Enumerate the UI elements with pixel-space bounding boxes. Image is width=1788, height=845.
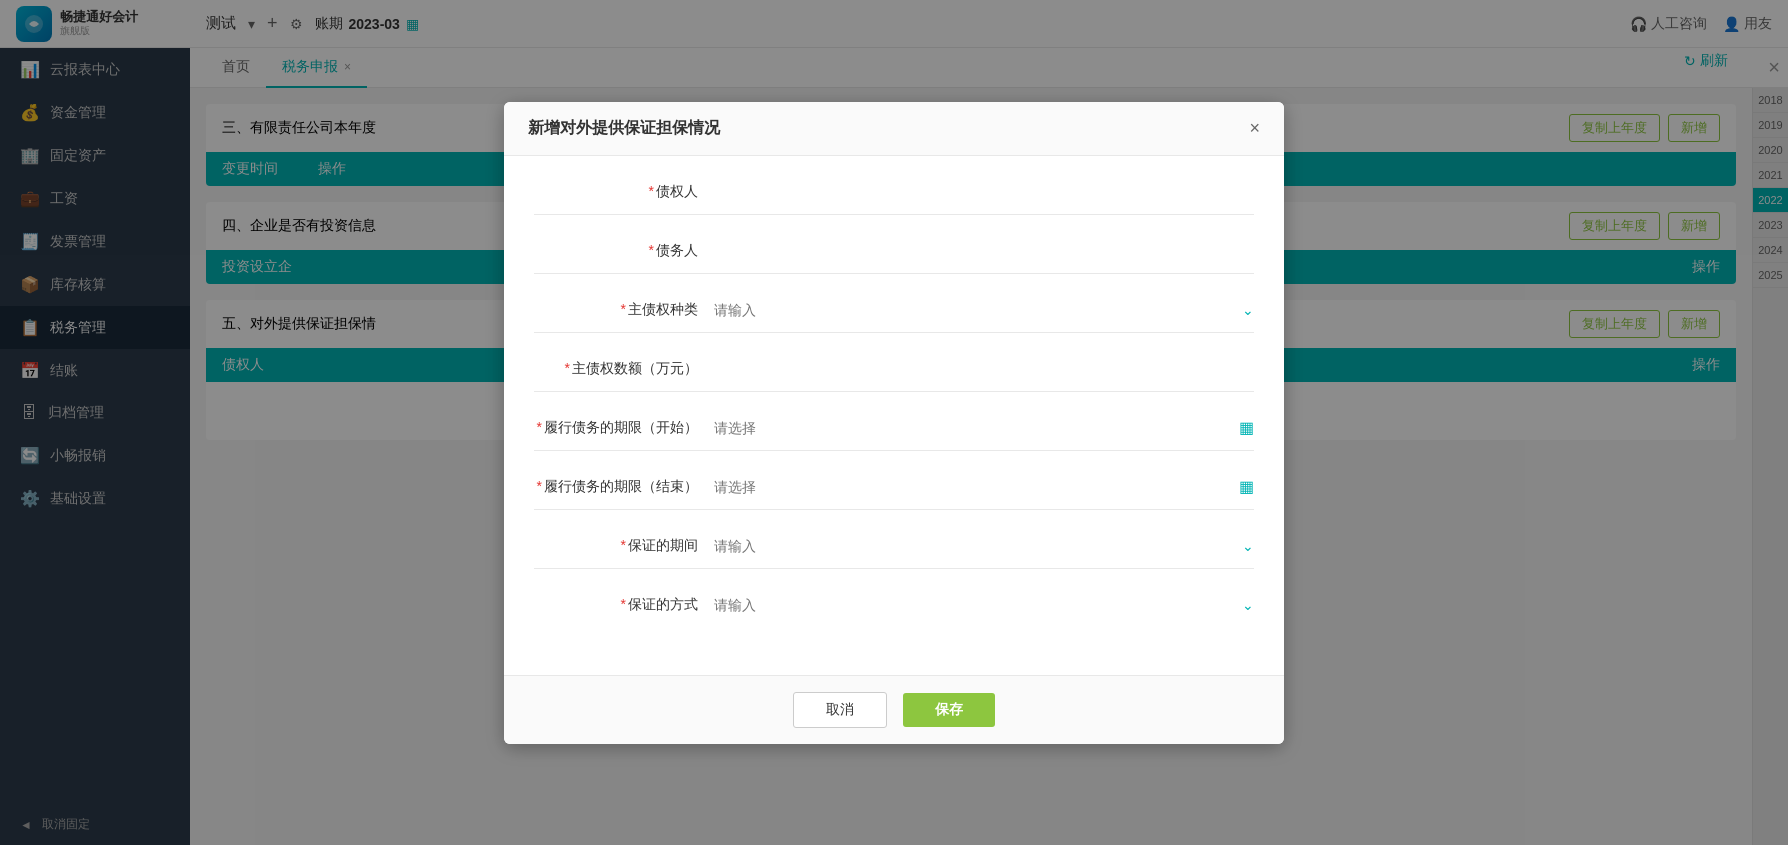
period-end-calendar-icon[interactable]: ▦ [1239, 477, 1254, 496]
modal-overlay: 新增对外提供保证担保情况 × *债权人 *债务人 *主债权种类 [0, 0, 1788, 845]
save-button[interactable]: 保存 [903, 693, 995, 727]
debt-type-chevron-icon[interactable]: ⌄ [1242, 302, 1254, 318]
modal-close-button[interactable]: × [1249, 118, 1260, 139]
required-star-6: * [537, 478, 542, 494]
guarantee-method-wrapper: ⌄ [714, 593, 1254, 617]
guarantee-method-chevron-icon[interactable]: ⌄ [1242, 597, 1254, 613]
required-star-3: * [621, 301, 626, 317]
modal-footer: 取消 保存 [504, 675, 1284, 744]
cancel-button[interactable]: 取消 [793, 692, 887, 728]
field-debtor-row: *债务人 [534, 239, 1254, 274]
modal-header: 新增对外提供保证担保情况 × [504, 102, 1284, 156]
field-debt-amount-row: *主债权数额（万元） [534, 357, 1254, 392]
required-star: * [649, 183, 654, 199]
required-star-2: * [649, 242, 654, 258]
field-period-start-label: *履行债务的期限（开始） [534, 419, 714, 437]
guarantee-period-input[interactable] [714, 534, 1242, 558]
modal-body: *债权人 *债务人 *主债权种类 ⌄ [504, 156, 1284, 675]
period-end-input[interactable] [714, 475, 1239, 499]
field-debt-type-row: *主债权种类 ⌄ [534, 298, 1254, 333]
field-debt-type-label: *主债权种类 [534, 301, 714, 319]
guarantee-period-chevron-icon[interactable]: ⌄ [1242, 538, 1254, 554]
guarantee-method-input[interactable] [714, 593, 1242, 617]
field-creditor-label: *债权人 [534, 183, 714, 201]
required-star-4: * [565, 360, 570, 376]
debt-type-wrapper: ⌄ [714, 298, 1254, 322]
required-star-5: * [537, 419, 542, 435]
modal-title: 新增对外提供保证担保情况 [528, 118, 720, 139]
field-period-end-row: *履行债务的期限（结束） ▦ [534, 475, 1254, 510]
period-start-input[interactable] [714, 416, 1239, 440]
period-end-wrapper: ▦ [714, 475, 1254, 499]
debt-amount-input[interactable] [714, 357, 1254, 381]
field-period-end-label: *履行债务的期限（结束） [534, 478, 714, 496]
field-guarantee-period-row: *保证的期间 ⌄ [534, 534, 1254, 569]
period-start-wrapper: ▦ [714, 416, 1254, 440]
field-guarantee-method-label: *保证的方式 [534, 596, 714, 614]
required-star-8: * [621, 596, 626, 612]
debtor-input[interactable] [714, 239, 1254, 263]
field-guarantee-method-row: *保证的方式 ⌄ [534, 593, 1254, 627]
field-guarantee-period-label: *保证的期间 [534, 537, 714, 555]
modal-dialog: 新增对外提供保证担保情况 × *债权人 *债务人 *主债权种类 [504, 102, 1284, 744]
creditor-input[interactable] [714, 180, 1254, 204]
field-creditor-row: *债权人 [534, 180, 1254, 215]
period-start-calendar-icon[interactable]: ▦ [1239, 418, 1254, 437]
required-star-7: * [621, 537, 626, 553]
guarantee-period-wrapper: ⌄ [714, 534, 1254, 558]
field-period-start-row: *履行债务的期限（开始） ▦ [534, 416, 1254, 451]
field-debt-amount-label: *主债权数额（万元） [534, 360, 714, 378]
debt-type-input[interactable] [714, 298, 1242, 322]
field-debtor-label: *债务人 [534, 242, 714, 260]
